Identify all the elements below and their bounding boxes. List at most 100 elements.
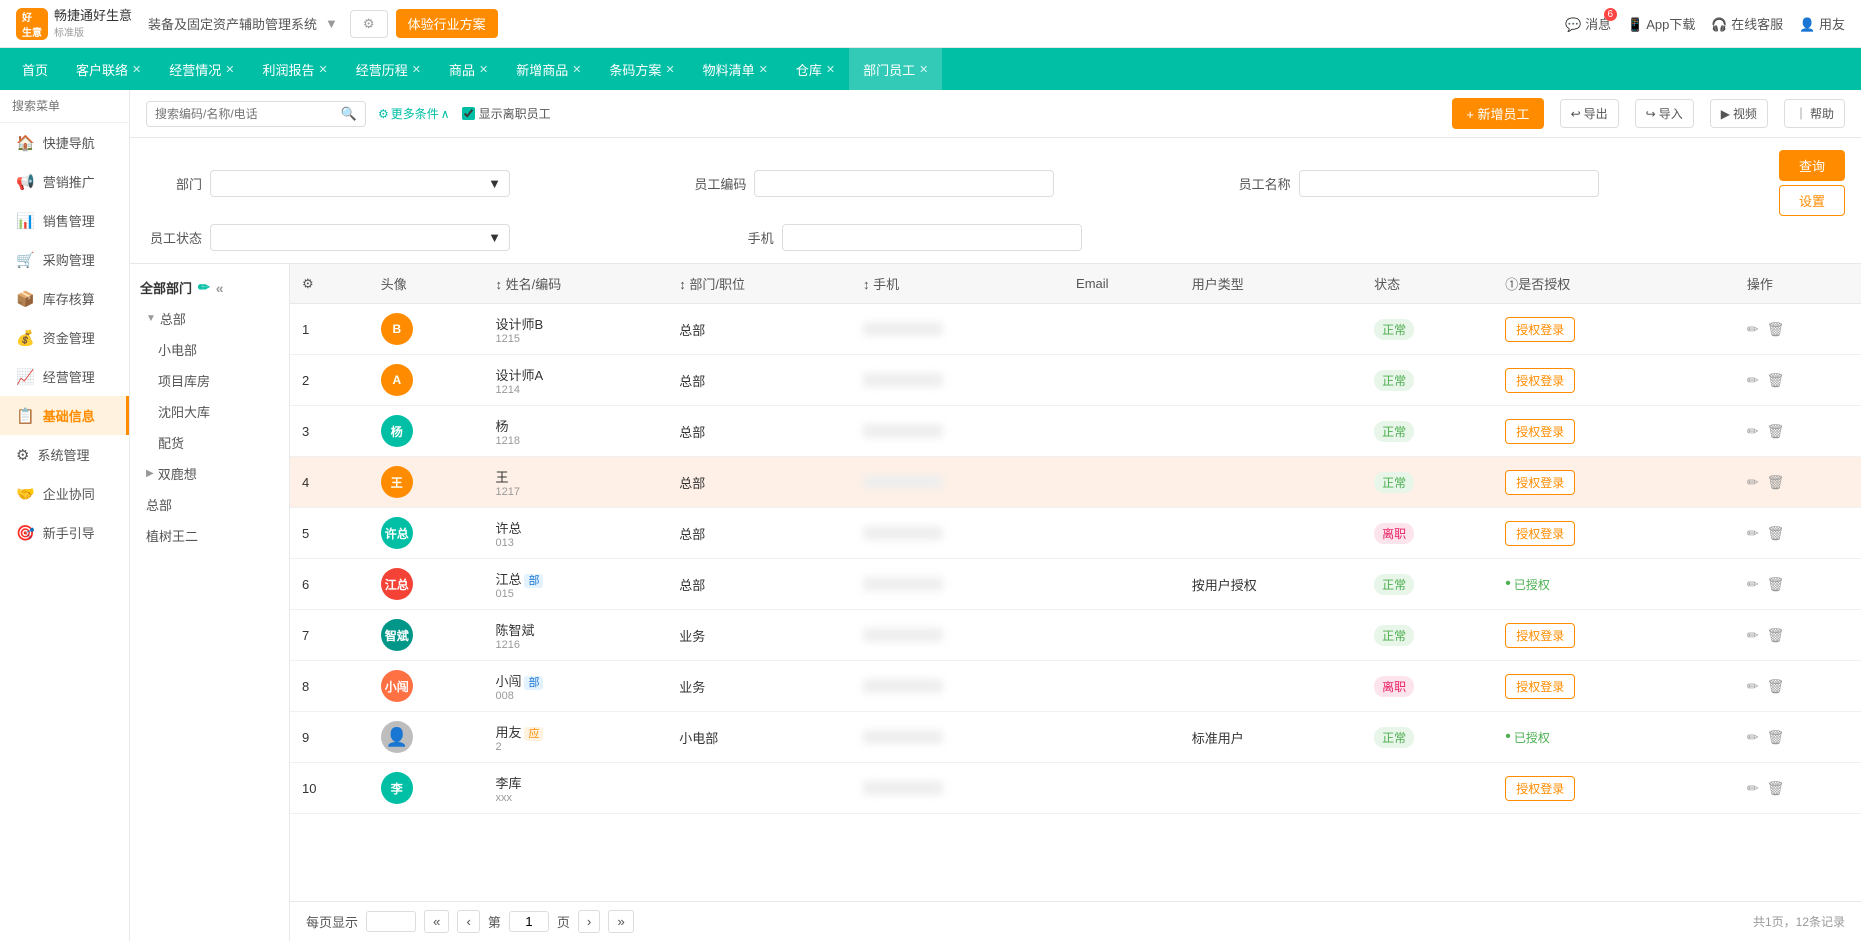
online-service-btn[interactable]: 🎧 在线客服: [1711, 14, 1783, 33]
help-btn[interactable]: ｜ 帮助: [1784, 99, 1845, 128]
sidebar-item-purchase[interactable]: 🛒 采购管理: [0, 240, 129, 279]
next-page-btn[interactable]: ›: [578, 910, 600, 933]
close-icon[interactable]: ✕: [225, 63, 234, 76]
msg-btn[interactable]: 💬 6 消息: [1565, 14, 1611, 33]
edit-icon[interactable]: ✏: [1747, 474, 1759, 491]
delete-icon[interactable]: 🗑: [1767, 525, 1785, 542]
col-settings[interactable]: ⚙: [290, 264, 369, 304]
dept-item-zhishu[interactable]: 植树王二: [130, 520, 289, 551]
emp-status-select[interactable]: ▼: [210, 224, 510, 251]
col-dept[interactable]: ↕ 部门/职位: [667, 264, 851, 304]
emp-code-input[interactable]: [754, 170, 1054, 197]
first-page-btn[interactable]: «: [424, 910, 449, 933]
col-phone[interactable]: ↕ 手机: [851, 264, 1064, 304]
sidebar-item-marketing[interactable]: 📢 营销推广: [0, 162, 129, 201]
settings-gear[interactable]: ⚙: [350, 10, 388, 38]
search-input[interactable]: [155, 107, 341, 121]
edit-icon[interactable]: ✏: [1747, 372, 1759, 389]
nav-item-home[interactable]: 首页: [8, 48, 62, 90]
delete-icon[interactable]: 🗑: [1767, 423, 1785, 440]
sidebar-item-quicknav[interactable]: 🏠 快捷导航: [0, 123, 129, 162]
sidebar-item-finance[interactable]: 💰 资金管理: [0, 318, 129, 357]
view-btn[interactable]: ▶ 视频: [1710, 99, 1768, 128]
query-btn[interactable]: 查询: [1779, 150, 1845, 181]
last-page-btn[interactable]: »: [608, 910, 633, 933]
auth-login-btn[interactable]: 授权登录: [1505, 368, 1575, 393]
close-icon[interactable]: ✕: [572, 63, 581, 76]
edit-icon[interactable]: ✏: [1747, 627, 1759, 644]
close-icon[interactable]: ✕: [665, 63, 674, 76]
dept-item-zongbu-parent[interactable]: ▼ 总部: [130, 303, 289, 334]
auth-login-btn[interactable]: 授权登录: [1505, 419, 1575, 444]
edit-icon[interactable]: ✏: [1747, 423, 1759, 440]
auth-login-btn[interactable]: 授权登录: [1505, 317, 1575, 342]
add-employee-btn[interactable]: + 新增员工: [1452, 98, 1543, 129]
close-icon[interactable]: ✕: [479, 63, 488, 76]
auth-login-btn[interactable]: 授权登录: [1505, 521, 1575, 546]
edit-icon[interactable]: ✏: [1747, 525, 1759, 542]
sidebar-item-business[interactable]: 📈 经营管理: [0, 357, 129, 396]
delete-icon[interactable]: 🗑: [1767, 678, 1785, 695]
close-icon[interactable]: ✕: [132, 63, 141, 76]
edit-icon[interactable]: ✏: [1747, 780, 1759, 797]
app-download-btn[interactable]: 📱 App下载: [1627, 14, 1695, 33]
dept-item-peihuo[interactable]: 配货: [130, 427, 289, 458]
resigned-checkbox-input[interactable]: [462, 107, 475, 120]
dropdown-icon[interactable]: ▼: [325, 16, 338, 31]
nav-item-bom[interactable]: 物料清单 ✕: [689, 48, 782, 90]
nav-item-new-goods[interactable]: 新增商品 ✕: [502, 48, 595, 90]
delete-icon[interactable]: 🗑: [1767, 627, 1785, 644]
export-btn[interactable]: ↩ 导出: [1560, 99, 1619, 128]
close-icon[interactable]: ✕: [826, 63, 835, 76]
sidebar-item-inventory[interactable]: 📦 库存核算: [0, 279, 129, 318]
delete-icon[interactable]: 🗑: [1767, 321, 1785, 338]
more-conditions-btn[interactable]: ⚙ 更多条件 ∧: [378, 105, 450, 122]
nav-item-warehouse[interactable]: 仓库 ✕: [782, 48, 849, 90]
sidebar-item-system[interactable]: ⚙ 系统管理: [0, 435, 129, 474]
auth-login-btn[interactable]: 授权登录: [1505, 470, 1575, 495]
nav-item-customer[interactable]: 客户联络 ✕: [62, 48, 155, 90]
auth-login-btn[interactable]: 授权登录: [1505, 776, 1575, 801]
nav-item-journey[interactable]: 经营历程 ✕: [342, 48, 435, 90]
collapse-dept-icon[interactable]: «: [216, 280, 224, 296]
emp-name-input[interactable]: [1299, 170, 1599, 197]
delete-icon[interactable]: 🗑: [1767, 372, 1785, 389]
prev-page-btn[interactable]: ‹: [457, 910, 479, 933]
nav-item-goods[interactable]: 商品 ✕: [435, 48, 502, 90]
edit-icon[interactable]: ✏: [1747, 729, 1759, 746]
edit-dept-icon[interactable]: ✏: [198, 279, 210, 296]
close-icon[interactable]: ✕: [919, 63, 928, 76]
dept-item-shenyang[interactable]: 沈阳大库: [130, 396, 289, 427]
nav-item-profit[interactable]: 利润报告 ✕: [248, 48, 341, 90]
edit-icon[interactable]: ✏: [1747, 678, 1759, 695]
edit-icon[interactable]: ✏: [1747, 576, 1759, 593]
trial-btn[interactable]: 体验行业方案: [396, 9, 498, 38]
close-icon[interactable]: ✕: [319, 63, 328, 76]
close-icon[interactable]: ✕: [412, 63, 421, 76]
delete-icon[interactable]: 🗑: [1767, 780, 1785, 797]
dept-item-xiaodian[interactable]: 小电部: [130, 334, 289, 365]
page-size-input[interactable]: 50: [366, 911, 416, 932]
nav-item-dept[interactable]: 部门员工 ✕: [849, 48, 942, 90]
col-name[interactable]: ↕ 姓名/编码: [483, 264, 667, 304]
nav-item-operation[interactable]: 经营情况 ✕: [155, 48, 248, 90]
dept-select[interactable]: ▼: [210, 170, 510, 197]
dept-item-xiangmu[interactable]: 项目库房: [130, 365, 289, 396]
sidebar-item-sales[interactable]: 📊 销售管理: [0, 201, 129, 240]
sidebar-item-basicinfo[interactable]: 📋 基础信息: [0, 396, 129, 435]
delete-icon[interactable]: 🗑: [1767, 474, 1785, 491]
dept-item-zongbu2[interactable]: 总部: [130, 489, 289, 520]
close-icon[interactable]: ✕: [759, 63, 768, 76]
set-btn[interactable]: 设置: [1779, 185, 1845, 216]
sidebar-item-collab[interactable]: 🤝 企业协同: [0, 474, 129, 513]
delete-icon[interactable]: 🗑: [1767, 576, 1785, 593]
auth-login-btn[interactable]: 授权登录: [1505, 623, 1575, 648]
sidebar-item-guide[interactable]: 🎯 新手引导: [0, 513, 129, 552]
phone-input[interactable]: [782, 224, 1082, 251]
auth-login-btn[interactable]: 授权登录: [1505, 674, 1575, 699]
import-btn[interactable]: ↪ 导入: [1635, 99, 1694, 128]
show-resigned-checkbox[interactable]: 显示离职员工: [462, 105, 551, 122]
user-btn[interactable]: 👤 用友: [1799, 14, 1845, 33]
dept-item-shuanglu[interactable]: ▶ 双鹿想: [130, 458, 289, 489]
delete-icon[interactable]: 🗑: [1767, 729, 1785, 746]
